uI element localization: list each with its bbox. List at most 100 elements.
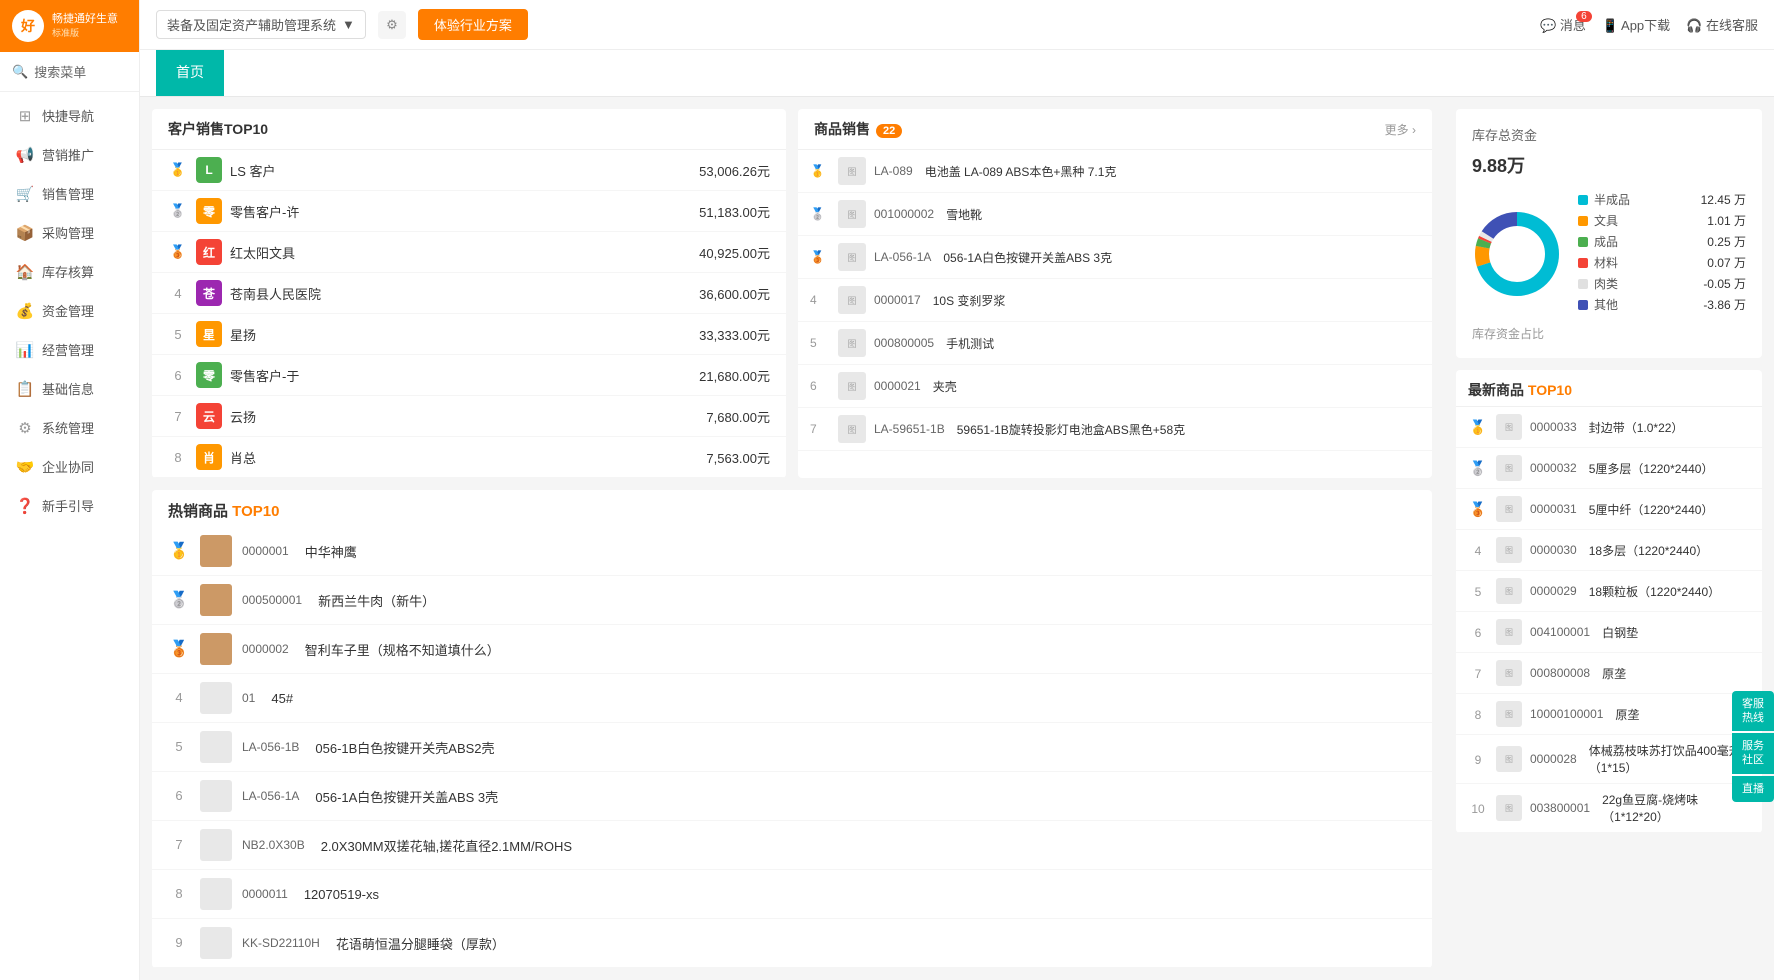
hot-products-list: 🥇 0000001 中华神鹰 🥈 000500001 新西兰牛肉（新牛） 🥉 0…: [152, 527, 1432, 968]
product-code: 0000021: [874, 379, 921, 393]
hot-product-image: [200, 878, 232, 910]
settings-button[interactable]: ⚙: [378, 11, 406, 39]
sidebar-item-inventory[interactable]: 🏠 库存核算: [0, 252, 139, 291]
float-customer-service[interactable]: 客服热线: [1732, 691, 1774, 732]
new-rank-number: 8: [1468, 706, 1488, 722]
product-name: 手机测试: [946, 335, 1420, 352]
customer-avatar: L: [196, 157, 222, 183]
new-rank-number: 🥉: [1468, 501, 1488, 518]
customer-amount: 53,006.26元: [699, 161, 770, 180]
new-product-image: 图: [1496, 414, 1522, 440]
new-product-code: 0000033: [1530, 420, 1577, 434]
product-code: LA-089: [874, 164, 913, 178]
rank-number: 🥇: [168, 162, 188, 178]
new-product-name: 5厘中纤（1220*2440）: [1589, 501, 1714, 518]
trial-button[interactable]: 体验行业方案: [418, 9, 528, 40]
sidebar-item-basic[interactable]: 📋 基础信息: [0, 369, 139, 408]
new-product-name: 原垄: [1615, 706, 1639, 723]
new-product-code: 0000032: [1530, 461, 1577, 475]
system-icon: ⚙: [16, 419, 34, 437]
sidebar-item-operation[interactable]: 📊 经营管理: [0, 330, 139, 369]
hot-product-code: 01: [242, 691, 255, 705]
prod-rank-number: 🥇: [810, 164, 830, 178]
product-code: 001000002: [874, 207, 934, 221]
product-rank-item: 🥇 图 LA-089 电池盖 LA-089 ABS本色+黑种 7.1克: [798, 150, 1432, 193]
prod-rank-number: 6: [810, 379, 830, 393]
tab-home[interactable]: 首页: [156, 50, 224, 96]
search-menu-button[interactable]: 🔍 搜索菜单: [12, 62, 127, 81]
sidebar-item-finance[interactable]: 💰 资金管理: [0, 291, 139, 330]
new-product-image: 图: [1496, 701, 1522, 727]
customer-amount: 7,563.00元: [706, 448, 770, 467]
sidebar-item-quick-nav[interactable]: ⊞ 快捷导航: [0, 96, 139, 135]
hot-rank-number: 🥇: [168, 541, 190, 561]
legend-color-dot: [1578, 237, 1588, 247]
new-product-image: 图: [1496, 496, 1522, 522]
basic-icon: 📋: [16, 380, 34, 398]
product-sales-header: 商品销售22 更多 ›: [798, 109, 1432, 150]
app-download-link[interactable]: 📱 App下载: [1602, 15, 1670, 34]
sidebar-item-cooperation[interactable]: 🤝 企业协同: [0, 447, 139, 486]
legend-item: 文具 1.01 万: [1578, 212, 1746, 229]
rank-number: 4: [168, 286, 188, 301]
legend-value: 1.01 万: [1707, 212, 1746, 229]
sidebar-item-guide[interactable]: ❓ 新手引导: [0, 486, 139, 525]
product-rank-item: 7 图 LA-59651-1B 59651-1B旋转投影灯电池盒ABS黑色+58…: [798, 408, 1432, 451]
sidebar-item-label: 采购管理: [42, 223, 94, 242]
marketing-icon: 📢: [16, 146, 34, 164]
rank-number: 🥉: [168, 244, 188, 260]
online-service-link[interactable]: 🎧 在线客服: [1686, 15, 1758, 34]
new-product-image: 图: [1496, 578, 1522, 604]
hot-products-title: 热销商品 TOP10: [152, 490, 1432, 527]
messages-badge[interactable]: 💬 消息 6: [1540, 15, 1586, 34]
customer-name: 苍南县人民医院: [230, 284, 691, 303]
float-service-community[interactable]: 服务社区: [1732, 733, 1774, 774]
legend-color-dot: [1578, 195, 1588, 205]
legend-label: 肉类: [1594, 275, 1697, 292]
product-name: 59651-1B旋转投影灯电池盒ABS黑色+58克: [957, 421, 1420, 438]
guide-icon: ❓: [16, 497, 34, 515]
sidebar-item-marketing[interactable]: 📢 营销推广: [0, 135, 139, 174]
hot-product-item: 5 LA-056-1B 056-1B白色按键开关壳ABS2壳: [152, 723, 1432, 772]
sidebar-item-sales[interactable]: 🛒 销售管理: [0, 174, 139, 213]
prod-rank-number: 7: [810, 422, 830, 436]
donut-chart: [1472, 209, 1562, 299]
legend-color-dot: [1578, 300, 1588, 310]
float-live[interactable]: 直播: [1732, 776, 1774, 802]
prod-rank-number: 4: [810, 293, 830, 307]
newest-product-item: 9 图 0000028 体械荔枝味苏打饮品400毫升（1*15）: [1456, 735, 1762, 784]
hot-product-item: 6 LA-056-1A 056-1A白色按键开关盖ABS 3壳: [152, 772, 1432, 821]
hot-product-item: 9 KK-SD22110H 花语萌恒温分腿睡袋（厚款）: [152, 919, 1432, 968]
product-code: LA-59651-1B: [874, 422, 945, 436]
new-rank-number: 4: [1468, 542, 1488, 558]
customer-name: 红太阳文具: [230, 243, 691, 262]
product-sales-more[interactable]: 更多 ›: [1385, 121, 1416, 138]
product-name: 雪地靴: [946, 206, 1420, 223]
sidebar-item-purchase[interactable]: 📦 采购管理: [0, 213, 139, 252]
customer-avatar: 红: [196, 239, 222, 265]
sidebar-item-system[interactable]: ⚙ 系统管理: [0, 408, 139, 447]
donut-area: 半成品 12.45 万 文具 1.01 万 成品 0.25 万 材料 0.07 …: [1472, 191, 1746, 317]
new-product-name: 体械荔枝味苏打饮品400毫升（1*15）: [1589, 742, 1750, 776]
sidebar-item-label: 企业协同: [42, 457, 94, 476]
product-name: 056-1A白色按键开关盖ABS 3克: [943, 249, 1420, 266]
newest-products-list: 🥇 图 0000033 封边带（1.0*22） 🥈 图 0000032 5厘多层…: [1456, 407, 1762, 833]
new-product-code: 004100001: [1530, 625, 1590, 639]
legend-label: 材料: [1594, 254, 1701, 271]
hot-product-code: LA-056-1A: [242, 789, 299, 803]
hot-product-item: 8 0000011 12070519-xs: [152, 870, 1432, 919]
product-image: 图: [838, 372, 866, 400]
hot-product-name: 2.0X30MM双搓花轴,搓花直径2.1MM/ROHS: [321, 836, 1416, 855]
sidebar-item-label: 资金管理: [42, 301, 94, 320]
new-rank-number: 6: [1468, 624, 1488, 640]
new-product-name: 封边带（1.0*22）: [1589, 419, 1684, 436]
top-two-col: 客户销售TOP10 🥇 L LS 客户 53,006.26元 🥈 零 零售客户-…: [152, 109, 1432, 478]
customer-avatar: 星: [196, 321, 222, 347]
customer-name: 云扬: [230, 407, 698, 426]
system-selector[interactable]: 装备及固定资产辅助管理系统 ▼: [156, 10, 366, 39]
content-area: 客户销售TOP10 🥇 L LS 客户 53,006.26元 🥈 零 零售客户-…: [140, 97, 1774, 980]
purchase-icon: 📦: [16, 224, 34, 242]
new-product-code: 0000029: [1530, 584, 1577, 598]
customer-avatar: 零: [196, 362, 222, 388]
sidebar-item-label: 销售管理: [42, 184, 94, 203]
